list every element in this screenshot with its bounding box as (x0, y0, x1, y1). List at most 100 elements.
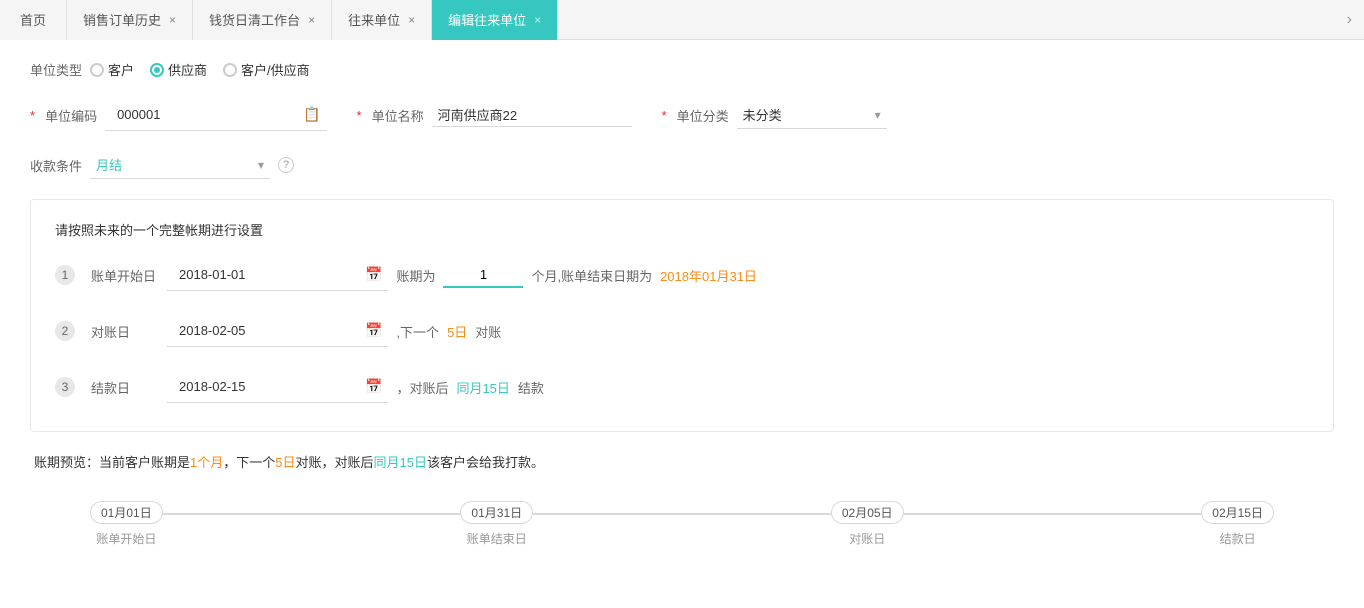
unit-code-group: * 单位编码 📋 (30, 99, 327, 131)
unit-code-input[interactable] (111, 103, 299, 126)
period-date-2: 📅 ,下一个 5日 对账 (167, 315, 501, 347)
period-label-3: 结款日 (91, 378, 151, 397)
timeline-label-0: 账单开始日 (96, 530, 156, 547)
payment-terms-group: 收款条件 月结 ▾ ? (30, 151, 294, 179)
tab-partners-close[interactable]: × (408, 13, 415, 27)
timeline-item-1: 01月31日 账单结束日 (460, 501, 533, 547)
main-content: 单位类型 客户 供应商 客户/供应商 * 单位编码 (0, 40, 1364, 608)
period-settings-box: 请按照未来的一个完整帐期进行设置 1 账单开始日 📅 账期为 个月,账单结束日期… (30, 199, 1334, 432)
unit-code-label: 单位编码 (45, 106, 97, 125)
preview-prefix: 账期预览：当前客户账期是 (34, 455, 190, 470)
tab-daily-clear[interactable]: 钱货日清工作台 × (193, 0, 332, 40)
preview-orange1: 1个月 (190, 455, 223, 470)
period-num-1: 1 (55, 265, 75, 285)
start-date-input[interactable] (173, 263, 361, 286)
unit-type-label: 单位类型 (30, 60, 82, 79)
tab-edit-partner[interactable]: 编辑往来单位 × (432, 0, 558, 40)
payment-terms-select[interactable]: 月结 ▾ (90, 151, 270, 179)
tab-edit-partner-close[interactable]: × (534, 13, 541, 27)
radio-supplier[interactable]: 供应商 (150, 60, 207, 79)
timeline-item-0: 01月01日 账单开始日 (90, 501, 163, 547)
radio-customer-label: 客户 (108, 60, 134, 79)
unit-code-icon[interactable]: 📋 (303, 106, 320, 123)
tab-home[interactable]: 首页 (0, 0, 67, 40)
timeline-badge-3: 02月15日 (1201, 501, 1274, 524)
timeline-item-2: 02月05日 对账日 (831, 501, 904, 547)
timeline-items: 01月01日 账单开始日 01月31日 账单结束日 02月05日 对账日 02月… (90, 501, 1274, 547)
tab-scroll-right[interactable]: › (1335, 11, 1364, 29)
period-row-2: 2 对账日 📅 ,下一个 5日 对账 (55, 315, 1309, 347)
radio-customer-circle (90, 63, 104, 77)
period-settings-title: 请按照未来的一个完整帐期进行设置 (55, 220, 1309, 239)
period-num-2: 2 (55, 321, 75, 341)
period-row3-teal: 同月15日 (456, 378, 509, 397)
radio-both[interactable]: 客户/供应商 (223, 60, 310, 79)
tab-edit-partner-label: 编辑往来单位 (448, 10, 526, 29)
unit-name-star: * (357, 108, 362, 123)
tab-bar: 首页 销售订单历史 × 钱货日清工作台 × 往来单位 × 编辑往来单位 × › (0, 0, 1364, 40)
preview-middle2: 对账，对账后 (296, 455, 374, 470)
period-date-input-2: 📅 (167, 315, 388, 347)
tab-daily-clear-close[interactable]: × (308, 13, 315, 27)
unit-name-group: * 单位名称 (357, 103, 632, 127)
period-suffix-label-1: 账期为 (396, 266, 435, 285)
period-date-input-1: 📅 (167, 259, 388, 291)
payment-terms-arrow: ▾ (258, 158, 264, 172)
timeline-badge-0: 01月01日 (90, 501, 163, 524)
period-label-2: 对账日 (91, 322, 151, 341)
unit-category-value: 未分类 (743, 105, 871, 124)
payment-date-calendar-icon[interactable]: 📅 (365, 378, 382, 395)
unit-category-label: 单位分类 (677, 106, 729, 125)
unit-type-radio-group: 客户 供应商 客户/供应商 (90, 60, 310, 79)
period-date-1: 📅 账期为 个月,账单结束日期为 2018年01月31日 (167, 259, 757, 291)
timeline-badge-1: 01月31日 (460, 501, 533, 524)
unit-category-arrow: ▾ (875, 108, 881, 122)
preview-orange2: 5日 (275, 455, 295, 470)
unit-category-group: * 单位分类 未分类 ▾ (662, 101, 887, 129)
period-row3-suffix: 结款 (518, 378, 544, 397)
reconcile-date-calendar-icon[interactable]: 📅 (365, 322, 382, 339)
month-input[interactable] (443, 263, 523, 288)
period-date-3: 📅 ，对账后 同月15日 结款 (167, 371, 544, 403)
timeline-badge-2: 02月05日 (831, 501, 904, 524)
timeline-label-2: 对账日 (849, 530, 885, 547)
radio-supplier-label: 供应商 (168, 60, 207, 79)
timeline-wrapper: 01月01日 账单开始日 01月31日 账单结束日 02月05日 对账日 02月… (30, 491, 1334, 557)
tab-home-label: 首页 (20, 10, 46, 29)
tab-sales-history-label: 销售订单历史 (83, 10, 161, 29)
payment-terms-label: 收款条件 (30, 156, 82, 175)
radio-both-label: 客户/供应商 (241, 60, 310, 79)
unit-category-star: * (662, 108, 667, 123)
period-end-date-highlight: 2018年01月31日 (660, 266, 757, 285)
tab-partners[interactable]: 往来单位 × (332, 0, 432, 40)
tab-sales-history-close[interactable]: × (169, 13, 176, 27)
tab-partners-label: 往来单位 (348, 10, 400, 29)
payment-terms-row: 收款条件 月结 ▾ ? (30, 151, 1334, 179)
unit-category-select[interactable]: 未分类 ▾ (737, 101, 887, 129)
period-row-3: 3 结款日 📅 ，对账后 同月15日 结款 (55, 371, 1309, 403)
period-row2-prefix: ,下一个 (396, 322, 439, 341)
period-row2-suffix: 对账 (475, 322, 501, 341)
preview-teal: 同月15日 (374, 455, 427, 470)
period-label-1: 账单开始日 (91, 266, 151, 285)
preview-suffix: 该客户会给我打款。 (427, 455, 544, 470)
start-date-calendar-icon[interactable]: 📅 (365, 266, 382, 283)
radio-both-circle (223, 63, 237, 77)
tab-sales-history[interactable]: 销售订单历史 × (67, 0, 193, 40)
unit-type-row: 单位类型 客户 供应商 客户/供应商 (30, 60, 1334, 79)
preview-middle1: ，下一个 (223, 455, 275, 470)
payment-terms-value: 月结 (96, 155, 254, 174)
unit-name-label: 单位名称 (372, 106, 424, 125)
radio-customer[interactable]: 客户 (90, 60, 134, 79)
payment-date-input[interactable] (173, 375, 361, 398)
unit-info-row: * 单位编码 📋 * 单位名称 * 单位分类 未分类 ▾ (30, 99, 1334, 131)
reconcile-date-input[interactable] (173, 319, 361, 342)
period-row2-orange: 5日 (447, 322, 467, 341)
unit-name-input[interactable] (432, 103, 632, 127)
unit-type-group: 单位类型 客户 供应商 客户/供应商 (30, 60, 310, 79)
period-row-1: 1 账单开始日 📅 账期为 个月,账单结束日期为 2018年01月31日 (55, 259, 1309, 291)
help-icon[interactable]: ? (278, 157, 294, 173)
preview-text: 账期预览：当前客户账期是1个月，下一个5日对账，对账后同月15日该客户会给我打款… (30, 452, 1334, 471)
unit-code-star: * (30, 108, 35, 123)
period-num-3: 3 (55, 377, 75, 397)
